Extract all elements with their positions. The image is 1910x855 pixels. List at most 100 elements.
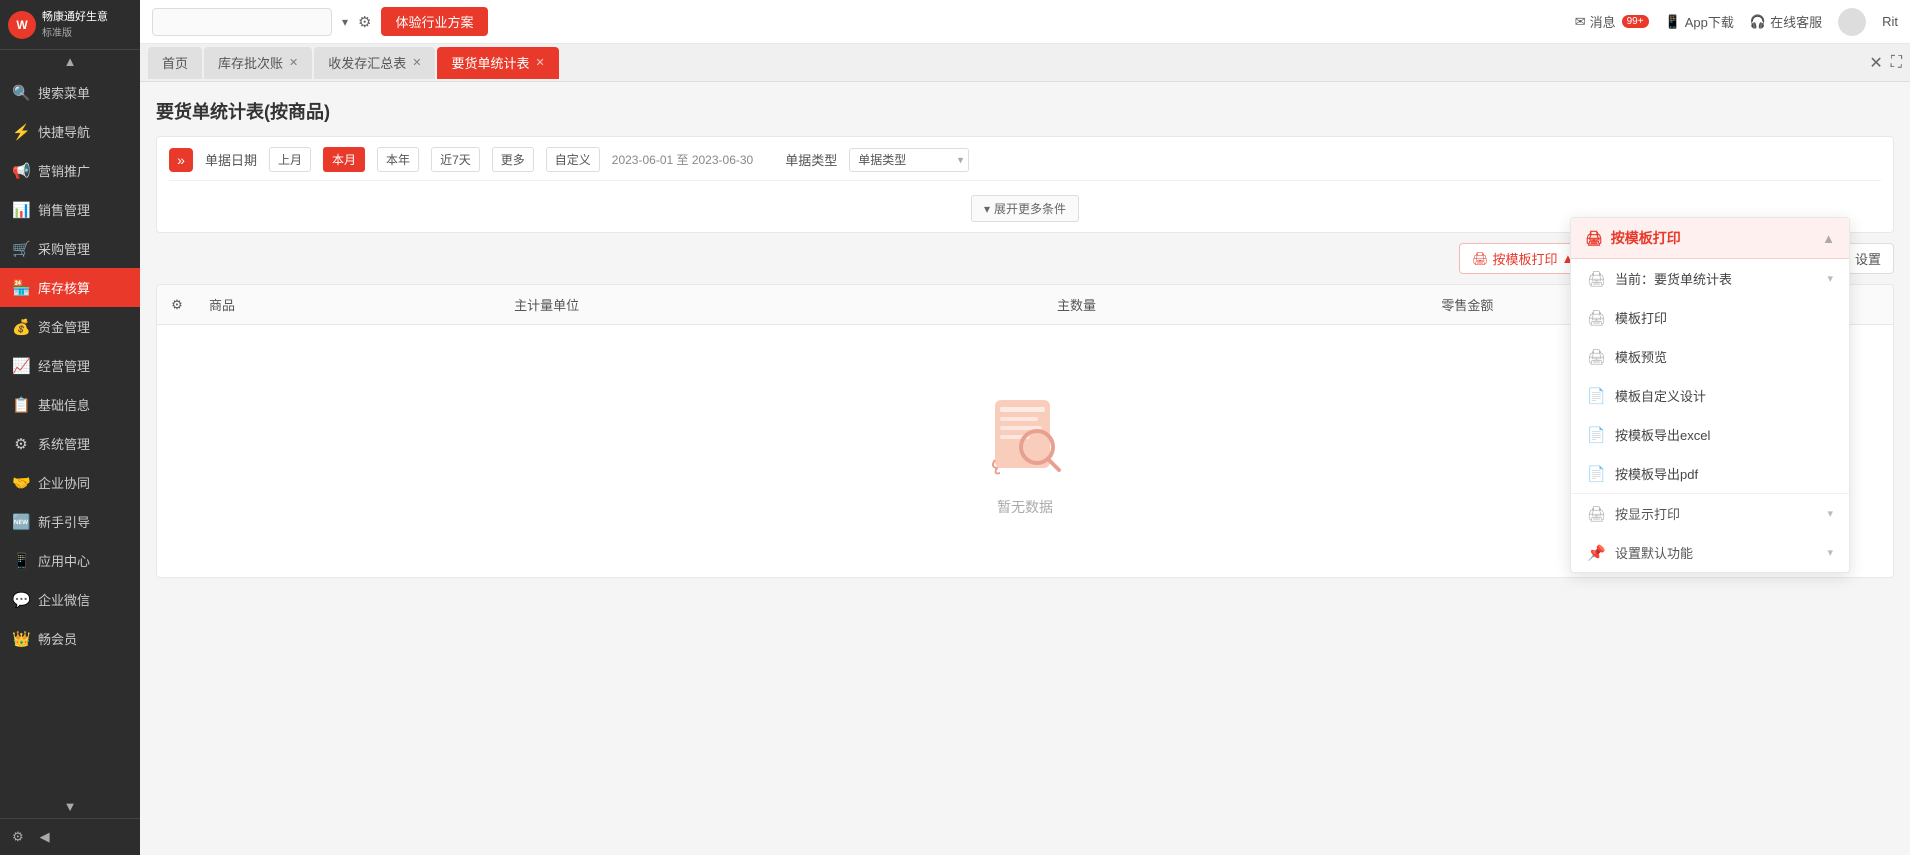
sidebar-item-member[interactable]: 👑 畅会员: [0, 619, 140, 658]
sidebar-item-label: 营销推广: [38, 161, 90, 180]
date-current-year-btn[interactable]: 本年: [377, 147, 419, 172]
sidebar-item-label: 应用中心: [38, 551, 90, 570]
date-range-text: 2023-06-01 至 2023-06-30: [612, 151, 753, 168]
sidebar-item-label: 基础信息: [38, 395, 90, 414]
dropdown-item-template-custom[interactable]: 📄 模板自定义设计: [1571, 376, 1849, 415]
dropdown-item-template-pdf[interactable]: 📄 按模板导出pdf: [1571, 454, 1849, 493]
dropdown-item-display-print-label: 按显示打印: [1615, 504, 1817, 523]
col-settings[interactable]: ⚙: [157, 285, 197, 325]
scroll-up-btn[interactable]: ▲: [0, 50, 140, 73]
logo-icon: W: [8, 11, 36, 39]
printer-icon: 🖨: [1472, 251, 1489, 267]
tab-batch-account[interactable]: 库存批次账 ✕: [204, 47, 312, 79]
filter-row-1: » 单据日期 上月 本月 本年 近7天 更多 自定义 2023-06-01 至 …: [169, 147, 1881, 172]
empty-text: 暂无数据: [997, 497, 1053, 517]
collapse-icon[interactable]: ◀: [40, 829, 50, 845]
settings-icon[interactable]: ⚙: [12, 829, 24, 845]
sidebar-item-search[interactable]: 🔍 搜索菜单: [0, 73, 140, 112]
headset-icon: 🎧: [1750, 14, 1766, 30]
guide-icon: 🆕: [12, 513, 30, 531]
print-dropdown-printer-icon: 🖨: [1585, 230, 1603, 247]
app-download-icon: 📱: [1665, 14, 1681, 30]
dropdown-item-set-default[interactable]: 📌 设置默认功能 ▾: [1571, 533, 1849, 572]
inventory-icon: 🏪: [12, 279, 30, 297]
print-dropdown-title: 按模板打印: [1611, 228, 1681, 248]
sidebar-item-label: 资金管理: [38, 317, 90, 336]
sidebar-item-inventory[interactable]: 🏪 库存核算: [0, 268, 140, 307]
sidebar-item-shortcut[interactable]: ⚡ 快捷导航: [0, 112, 140, 151]
sidebar-item-operation[interactable]: 📈 经营管理: [0, 346, 140, 385]
col-product: 商品: [197, 285, 502, 325]
app-name: 畅康通好生意: [42, 10, 108, 24]
tab-home[interactable]: 首页: [148, 47, 202, 79]
wechat-icon: 💬: [12, 591, 30, 609]
sidebar-item-collab[interactable]: 🤝 企业协同: [0, 463, 140, 502]
type-select[interactable]: 单据类型: [849, 148, 969, 172]
online-service-btn[interactable]: 🎧 在线客服: [1750, 12, 1822, 31]
date-current-month-btn[interactable]: 本月: [323, 147, 365, 172]
trial-btn[interactable]: 体验行业方案: [381, 7, 487, 36]
dropdown-item-display-print[interactable]: 🖨 按显示打印 ▾: [1571, 494, 1849, 533]
dropdown-item-template-pdf-label: 按模板导出pdf: [1615, 464, 1833, 483]
tab-receipt-summary-close[interactable]: ✕: [412, 56, 421, 69]
sidebar-item-basic[interactable]: 📋 基础信息: [0, 385, 140, 424]
sidebar-item-sales[interactable]: 📊 销售管理: [0, 190, 140, 229]
tab-batch-account-close[interactable]: ✕: [289, 56, 298, 69]
tab-batch-account-label: 库存批次账: [218, 53, 283, 72]
page-header: 要货单统计表(按商品): [156, 98, 1894, 124]
message-btn[interactable]: ✉ 消息 99+: [1575, 12, 1649, 31]
template-excel-icon: 📄: [1587, 426, 1605, 444]
print-template-btn[interactable]: 🖨 按模板打印 ▲: [1459, 243, 1587, 274]
sidebar-bottom: ⚙ ◀: [0, 818, 140, 855]
sidebar-item-wechat[interactable]: 💬 企业微信: [0, 580, 140, 619]
dropdown-item-template-preview[interactable]: 🖨 模板预览: [1571, 337, 1849, 376]
sidebar-item-label: 采购管理: [38, 239, 90, 258]
avatar[interactable]: [1838, 8, 1866, 36]
date-custom-btn[interactable]: 自定义: [546, 147, 600, 172]
dropdown-item-template-custom-label: 模板自定义设计: [1615, 386, 1833, 405]
sidebar-item-label: 系统管理: [38, 434, 90, 453]
message-label: 消息: [1590, 12, 1616, 31]
tab-home-label: 首页: [162, 53, 188, 72]
sidebar-item-guide[interactable]: 🆕 新手引导: [0, 502, 140, 541]
settings-gear-icon[interactable]: ⚙: [358, 13, 371, 31]
dropdown-item-set-default-label: 设置默认功能: [1615, 543, 1817, 562]
sidebar-item-marketing[interactable]: 📢 营销推广: [0, 151, 140, 190]
tab-receipt-summary[interactable]: 收发存汇总表 ✕: [314, 47, 435, 79]
expand-more-icon: ▾: [984, 202, 990, 216]
app-download-btn[interactable]: 📱 App下载: [1665, 12, 1734, 31]
tab-order-stats-close[interactable]: ✕: [536, 56, 545, 69]
set-default-icon: 📌: [1587, 544, 1605, 562]
template-print-icon: 🖨: [1587, 309, 1605, 327]
tab-close-all-btn[interactable]: ✕: [1869, 53, 1882, 73]
sidebar-item-purchase[interactable]: 🛒 采购管理: [0, 229, 140, 268]
print-dropdown-close-icon[interactable]: ▲: [1822, 231, 1835, 246]
sidebar-item-label: 新手引导: [38, 512, 90, 531]
date-more-btn[interactable]: 更多: [492, 147, 534, 172]
sidebar-item-apps[interactable]: 📱 应用中心: [0, 541, 140, 580]
empty-icon: [975, 385, 1075, 485]
dropdown-item-template-excel-label: 按模板导出excel: [1615, 425, 1833, 444]
search-icon: 🔍: [12, 84, 30, 102]
tab-expand-btn[interactable]: ⛶: [1891, 54, 1902, 72]
dropdown-item-current[interactable]: 🖨 当前：要货单统计表 ▾: [1571, 259, 1849, 298]
filter-expand-icon[interactable]: »: [169, 148, 193, 172]
type-select-wrapper: 单据类型: [849, 148, 969, 172]
sidebar-item-system[interactable]: ⚙ 系统管理: [0, 424, 140, 463]
print-dropdown-popup: 🖨 按模板打印 ▲ 🖨 当前：要货单统计表 ▾ 🖨 模板打印 🖨 模板预览: [1570, 217, 1850, 573]
date-prev-month-btn[interactable]: 上月: [269, 147, 311, 172]
tab-order-stats[interactable]: 要货单统计表 ✕: [437, 47, 558, 79]
online-service-label: 在线客服: [1770, 12, 1822, 31]
operation-icon: 📈: [12, 357, 30, 375]
shortcut-icon: ⚡: [12, 123, 30, 141]
sidebar-item-label: 企业微信: [38, 590, 90, 609]
sidebar-item-finance[interactable]: 💰 资金管理: [0, 307, 140, 346]
search-input[interactable]: [152, 8, 332, 36]
dropdown-item-template-excel[interactable]: 📄 按模板导出excel: [1571, 415, 1849, 454]
scroll-down-btn[interactable]: ▼: [0, 795, 140, 818]
search-dropdown-btn[interactable]: ▾: [342, 15, 348, 29]
expand-more-btn[interactable]: ▾ 展开更多条件: [971, 195, 1079, 222]
dropdown-item-template-print[interactable]: 🖨 模板打印: [1571, 298, 1849, 337]
date-last7-btn[interactable]: 近7天: [431, 147, 480, 172]
sidebar-item-label: 销售管理: [38, 200, 90, 219]
